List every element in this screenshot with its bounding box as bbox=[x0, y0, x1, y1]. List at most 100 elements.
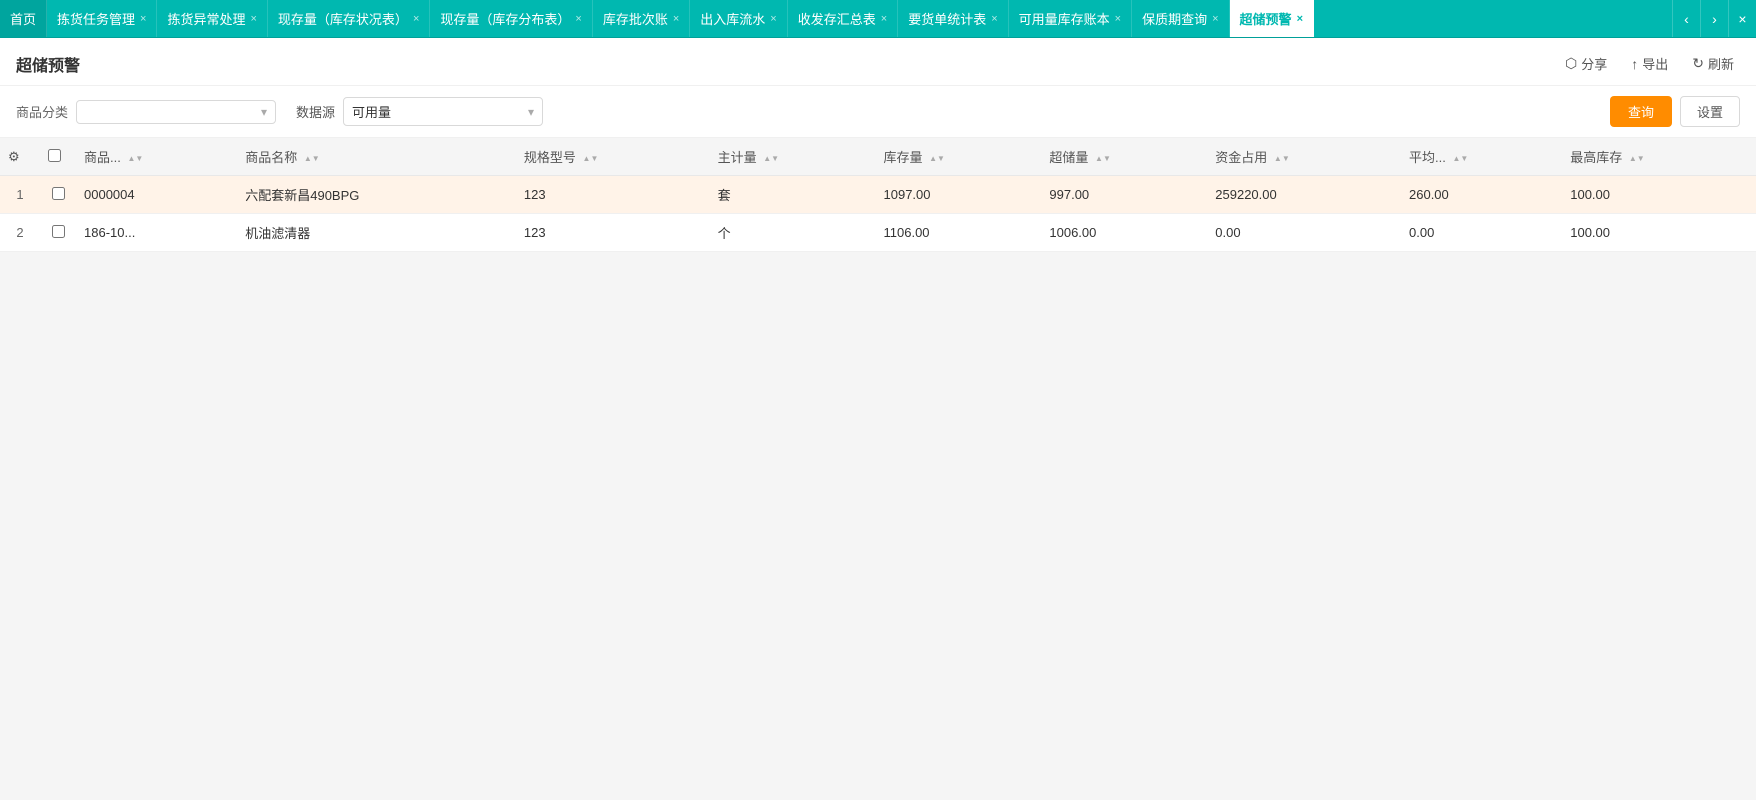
col-label: 资金占用 bbox=[1215, 150, 1267, 165]
close-icon[interactable]: × bbox=[1297, 13, 1303, 25]
column-checkbox[interactable] bbox=[40, 138, 76, 176]
sort-icon: ▲▼ bbox=[1629, 155, 1645, 163]
row-sku-code: 186-10... bbox=[76, 214, 237, 252]
nav-item-home[interactable]: 首页 bbox=[0, 0, 47, 38]
nav-label: 可用量库存账本 bbox=[1019, 9, 1110, 28]
share-button[interactable]: ⬡ 分享 bbox=[1559, 50, 1613, 77]
export-button[interactable]: ↑ 导出 bbox=[1625, 50, 1674, 77]
close-icon[interactable]: × bbox=[1115, 13, 1121, 25]
nav-item-stock-dist[interactable]: 现存量（库存分布表） × bbox=[430, 0, 592, 38]
sort-icon: ▲▼ bbox=[1452, 155, 1468, 163]
column-sku-name[interactable]: 商品名称 ▲▼ bbox=[237, 138, 516, 176]
refresh-button[interactable]: ↻ 刷新 bbox=[1686, 50, 1740, 77]
nav-item-exception[interactable]: 拣货异常处理 × bbox=[157, 0, 267, 38]
select-all-checkbox[interactable] bbox=[48, 149, 61, 162]
nav-label: 现存量（库存分布表） bbox=[440, 9, 570, 28]
nav-right-arrow[interactable]: › bbox=[1700, 0, 1728, 38]
nav-item-order-stats[interactable]: 要货单统计表 × bbox=[898, 0, 1008, 38]
column-over-qty[interactable]: 超储量 ▲▼ bbox=[1041, 138, 1207, 176]
column-stock-qty[interactable]: 库存量 ▲▼ bbox=[876, 138, 1042, 176]
row-avg: 260.00 bbox=[1401, 176, 1562, 214]
product-category-group: 商品分类 ▾ bbox=[16, 100, 276, 124]
row-sku-code: 0000004 bbox=[76, 176, 237, 214]
data-table: ⚙ 商品... ▲▼ 商品名称 ▲▼ 规格型号 bbox=[0, 138, 1756, 252]
close-icon[interactable]: × bbox=[673, 13, 679, 25]
nav-close-arrow[interactable]: × bbox=[1728, 0, 1756, 38]
row-capital-usage: 259220.00 bbox=[1207, 176, 1401, 214]
data-source-label: 数据源 bbox=[296, 102, 335, 121]
nav-left-arrow[interactable]: ‹ bbox=[1672, 0, 1700, 38]
close-icon[interactable]: × bbox=[413, 13, 419, 25]
column-avg[interactable]: 平均... ▲▼ bbox=[1401, 138, 1562, 176]
column-sku-code[interactable]: 商品... ▲▼ bbox=[76, 138, 237, 176]
query-button[interactable]: 查询 bbox=[1610, 96, 1672, 127]
toolbar-right: ⬡ 分享 ↑ 导出 ↻ 刷新 bbox=[1559, 50, 1740, 77]
close-icon[interactable]: × bbox=[991, 13, 997, 25]
close-icon[interactable]: × bbox=[250, 13, 256, 25]
row-max-stock: 100.00 bbox=[1562, 176, 1756, 214]
sort-icon: ▲▼ bbox=[929, 155, 945, 163]
close-icon[interactable]: × bbox=[575, 13, 581, 25]
page-title-bar: 超储预警 ⬡ 分享 ↑ 导出 ↻ 刷新 bbox=[0, 38, 1756, 86]
col-label: 最高库存 bbox=[1570, 150, 1622, 165]
row-capital-usage: 0.00 bbox=[1207, 214, 1401, 252]
nav-item-task[interactable]: 拣货任务管理 × bbox=[47, 0, 157, 38]
column-max-stock[interactable]: 最高库存 ▲▼ bbox=[1562, 138, 1756, 176]
share-label: 分享 bbox=[1581, 54, 1607, 73]
top-navigation: 首页 拣货任务管理 × 拣货异常处理 × 现存量（库存状况表） × 现存量（库存… bbox=[0, 0, 1756, 38]
data-source-group: 数据源 可用量 ▾ bbox=[296, 97, 543, 126]
row-stock-qty: 1106.00 bbox=[876, 214, 1042, 252]
refresh-icon: ↻ bbox=[1692, 55, 1704, 72]
col-label: 平均... bbox=[1409, 150, 1446, 165]
data-source-value: 可用量 bbox=[352, 102, 391, 121]
chevron-down-icon: ▾ bbox=[528, 105, 534, 119]
nav-label: 首页 bbox=[10, 9, 36, 28]
nav-label: 拣货任务管理 bbox=[57, 9, 135, 28]
column-spec[interactable]: 规格型号 ▲▼ bbox=[516, 138, 710, 176]
nav-item-summary[interactable]: 收发存汇总表 × bbox=[788, 0, 898, 38]
nav-item-flow[interactable]: 出入库流水 × bbox=[690, 0, 787, 38]
nav-item-available[interactable]: 可用量库存账本 × bbox=[1009, 0, 1132, 38]
filter-actions: 查询 设置 bbox=[1610, 96, 1740, 127]
settings-button[interactable]: 设置 bbox=[1680, 96, 1740, 127]
nav-label: 保质期查询 bbox=[1142, 9, 1207, 28]
close-icon[interactable]: × bbox=[1212, 13, 1218, 25]
row-unit: 套 bbox=[710, 176, 876, 214]
row-checkbox-cell[interactable] bbox=[40, 214, 76, 252]
col-label: 超储量 bbox=[1049, 150, 1088, 165]
row-over-qty: 1006.00 bbox=[1041, 214, 1207, 252]
close-icon[interactable]: × bbox=[881, 13, 887, 25]
nav-label: 出入库流水 bbox=[700, 9, 765, 28]
row-spec: 123 bbox=[516, 176, 710, 214]
nav-item-stock-status[interactable]: 现存量（库存状况表） × bbox=[268, 0, 430, 38]
row-checkbox[interactable] bbox=[52, 187, 65, 200]
row-stock-qty: 1097.00 bbox=[876, 176, 1042, 214]
row-max-stock: 100.00 bbox=[1562, 214, 1756, 252]
col-label: 商品名称 bbox=[245, 150, 297, 165]
export-icon: ↑ bbox=[1631, 56, 1638, 72]
row-checkbox-cell[interactable] bbox=[40, 176, 76, 214]
row-num: 2 bbox=[0, 214, 40, 252]
page-title: 超储预警 bbox=[16, 52, 80, 76]
nav-item-expiry[interactable]: 保质期查询 × bbox=[1132, 0, 1229, 38]
sort-icon: ▲▼ bbox=[1095, 155, 1111, 163]
column-capital[interactable]: 资金占用 ▲▼ bbox=[1207, 138, 1401, 176]
nav-label: 现存量（库存状况表） bbox=[278, 9, 408, 28]
data-source-select[interactable]: 可用量 ▾ bbox=[343, 97, 543, 126]
row-checkbox[interactable] bbox=[52, 225, 65, 238]
close-icon[interactable]: × bbox=[140, 13, 146, 25]
column-unit[interactable]: 主计量 ▲▼ bbox=[710, 138, 876, 176]
page-content: 超储预警 ⬡ 分享 ↑ 导出 ↻ 刷新 商品分类 ▾ 数据源 bbox=[0, 38, 1756, 252]
column-gear[interactable]: ⚙ bbox=[0, 138, 40, 176]
col-label: 库存量 bbox=[884, 150, 923, 165]
nav-label: 库存批次账 bbox=[603, 9, 668, 28]
close-icon[interactable]: × bbox=[770, 13, 776, 25]
nav-item-overstock[interactable]: 超储预警 × bbox=[1230, 0, 1314, 38]
product-category-select[interactable]: ▾ bbox=[76, 100, 276, 124]
table-row: 1 0000004 六配套新昌490BPG 123 套 1097.00 997.… bbox=[0, 176, 1756, 214]
nav-item-batch[interactable]: 库存批次账 × bbox=[593, 0, 690, 38]
product-category-label: 商品分类 bbox=[16, 102, 68, 121]
row-sku-name: 六配套新昌490BPG bbox=[237, 176, 516, 214]
sort-icon: ▲▼ bbox=[583, 155, 599, 163]
col-label: 主计量 bbox=[718, 150, 757, 165]
